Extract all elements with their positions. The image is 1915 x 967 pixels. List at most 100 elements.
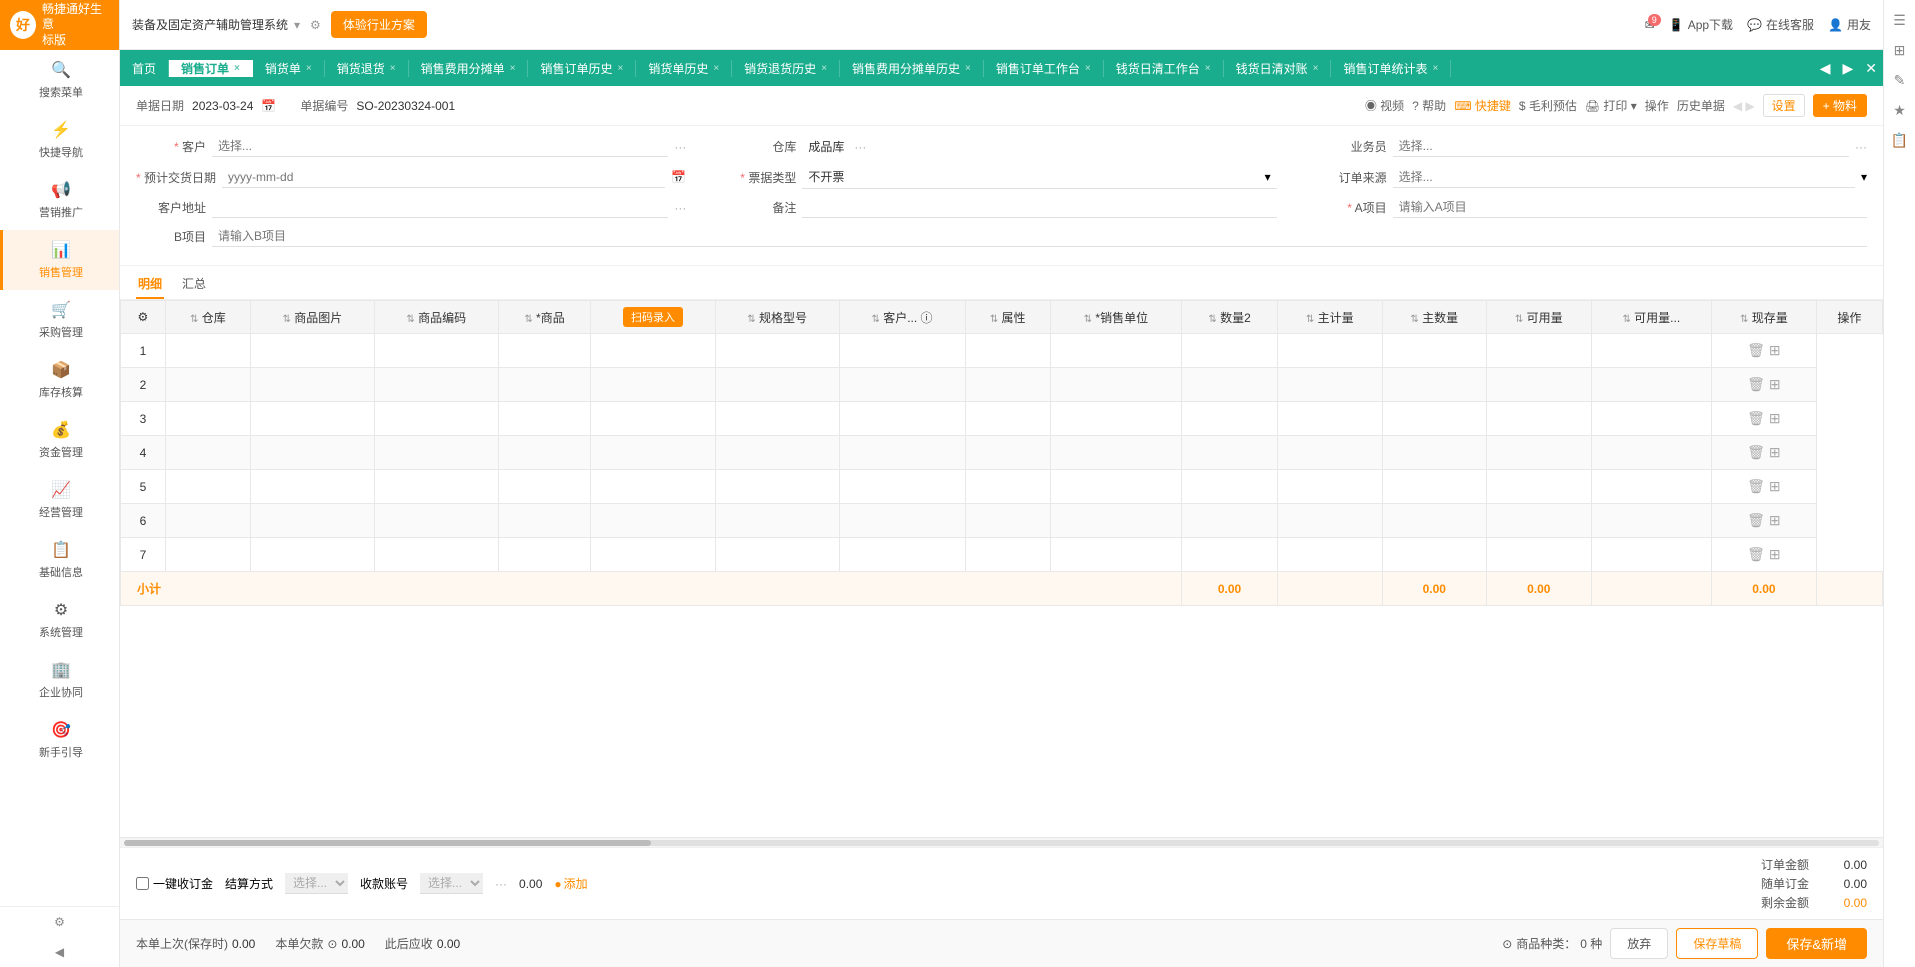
sidebar-bottom-collapse[interactable]: ◀ — [0, 937, 119, 967]
row-copy-4[interactable]: ⊞ — [1769, 444, 1781, 461]
cell-1-11[interactable] — [1382, 334, 1487, 368]
tab-0[interactable]: 首页 — [120, 60, 169, 77]
row-copy-2[interactable]: ⊞ — [1769, 376, 1781, 393]
tab-close-8[interactable]: × — [965, 63, 971, 74]
profit-link[interactable]: $ 毛利预估 — [1519, 97, 1577, 114]
tab-6[interactable]: 销货单历史× — [636, 60, 732, 77]
sidebar-bottom-settings[interactable]: ⚙ — [0, 907, 119, 937]
cell-7-6[interactable] — [839, 538, 965, 572]
cell-5-6[interactable] — [839, 470, 965, 504]
cell-5-3[interactable] — [498, 470, 591, 504]
row-delete-4[interactable]: 🗑 — [1747, 444, 1765, 461]
row-delete-2[interactable]: 🗑 — [1747, 376, 1765, 393]
col-spec[interactable]: ⇅ 规格型号 — [715, 301, 839, 334]
sidebar-item-purchase[interactable]: 🛒 采购管理 — [0, 290, 119, 350]
cell-3-9[interactable] — [1182, 402, 1278, 436]
tab-detail[interactable]: 明细 — [136, 270, 164, 299]
sidebar-item-enterprise[interactable]: 🏢 企业协同 — [0, 650, 119, 710]
col-qty2[interactable]: ⇅ 数量2 — [1182, 301, 1278, 334]
tab-close-1[interactable]: × — [234, 63, 240, 74]
cell-1-2[interactable] — [374, 334, 498, 368]
one-click-checkbox[interactable] — [136, 877, 149, 890]
cell-2-3[interactable] — [498, 368, 591, 402]
cell-5-7[interactable] — [965, 470, 1050, 504]
customer-input[interactable] — [212, 136, 668, 157]
note-input[interactable] — [802, 197, 1276, 218]
col-scan[interactable]: 扫码录入 — [591, 301, 715, 334]
cell-4-3[interactable] — [498, 436, 591, 470]
col-warehouse[interactable]: ⇅ 仓库 — [165, 301, 250, 334]
cell-5-4[interactable] — [591, 470, 715, 504]
material-button[interactable]: + 物料 — [1813, 94, 1867, 117]
cell-7-3[interactable] — [498, 538, 591, 572]
cell-4-12[interactable] — [1487, 436, 1592, 470]
horizontal-scrollbar[interactable] — [120, 837, 1883, 847]
cell-2-12[interactable] — [1487, 368, 1592, 402]
rt-btn-4[interactable]: ★ — [1888, 98, 1912, 122]
cell-4-4[interactable] — [591, 436, 715, 470]
tab-close-7[interactable]: × — [821, 63, 827, 74]
cell-1-1[interactable] — [250, 334, 374, 368]
cell-6-4[interactable] — [591, 504, 715, 538]
cell-5-13[interactable] — [1591, 470, 1712, 504]
cell-4-9[interactable] — [1182, 436, 1278, 470]
tab-close-12[interactable]: × — [1432, 63, 1438, 74]
cell-3-4[interactable] — [591, 402, 715, 436]
cell-6-12[interactable] — [1487, 504, 1592, 538]
warehouse-more-icon[interactable]: ··· — [854, 140, 866, 154]
tab-close-4[interactable]: × — [510, 63, 516, 74]
sidebar-item-sales[interactable]: 📊 销售管理 — [0, 230, 119, 290]
cell-1-8[interactable] — [1050, 334, 1181, 368]
gear-icon[interactable]: ⚙ — [310, 18, 321, 32]
cell-2-11[interactable] — [1382, 368, 1487, 402]
invoice-select[interactable]: 不开票 ▾ — [802, 165, 1276, 189]
row-copy-7[interactable]: ⊞ — [1769, 546, 1781, 563]
cell-6-1[interactable] — [250, 504, 374, 538]
cell-5-9[interactable] — [1182, 470, 1278, 504]
row-delete-1[interactable]: 🗑 — [1747, 342, 1765, 359]
cell-4-7[interactable] — [965, 436, 1050, 470]
salesperson-input[interactable] — [1393, 136, 1849, 157]
customer-more-icon[interactable]: ··· — [674, 140, 686, 154]
cell-1-4[interactable] — [591, 334, 715, 368]
cell-5-1[interactable] — [250, 470, 374, 504]
a-project-input[interactable] — [1393, 197, 1867, 218]
row-delete-6[interactable]: 🗑 — [1747, 512, 1765, 529]
tab-close-11[interactable]: × — [1313, 63, 1319, 74]
cell-1-3[interactable] — [498, 334, 591, 368]
cell-2-8[interactable] — [1050, 368, 1181, 402]
cell-6-5[interactable] — [715, 504, 839, 538]
cell-3-0[interactable] — [165, 402, 250, 436]
cell-7-13[interactable] — [1591, 538, 1712, 572]
cell-5-11[interactable] — [1382, 470, 1487, 504]
row-delete-7[interactable]: 🗑 — [1747, 546, 1765, 563]
sidebar-item-quick-nav[interactable]: ⚡ 快捷导航 — [0, 110, 119, 170]
tab-7[interactable]: 销货退货历史× — [732, 60, 840, 77]
address-more-icon[interactable]: ··· — [674, 201, 686, 215]
col-attribute[interactable]: ⇅ 属性 — [965, 301, 1050, 334]
cell-4-11[interactable] — [1382, 436, 1487, 470]
cell-6-10[interactable] — [1278, 504, 1383, 538]
cell-1-0[interactable] — [165, 334, 250, 368]
tab-summary[interactable]: 汇总 — [180, 270, 208, 299]
cell-2-0[interactable] — [165, 368, 250, 402]
rt-btn-5[interactable]: 📋 — [1888, 128, 1912, 152]
solution-button[interactable]: 体验行业方案 — [331, 11, 427, 38]
operation-link[interactable]: 操作 — [1645, 97, 1669, 114]
cell-4-6[interactable] — [839, 436, 965, 470]
tab-close-9[interactable]: × — [1085, 63, 1091, 74]
cell-4-2[interactable] — [374, 436, 498, 470]
tab-close-5[interactable]: × — [617, 63, 623, 74]
sidebar-item-guide[interactable]: 🎯 新手引导 — [0, 710, 119, 770]
online-service[interactable]: 💬 在线客服 — [1747, 16, 1814, 33]
cell-7-12[interactable] — [1487, 538, 1592, 572]
scrollbar-thumb[interactable] — [124, 840, 651, 846]
cell-1-6[interactable] — [839, 334, 965, 368]
cell-6-0[interactable] — [165, 504, 250, 538]
tab-more-button[interactable]: ✕ — [1859, 50, 1883, 86]
cell-6-8[interactable] — [1050, 504, 1181, 538]
cell-3-1[interactable] — [250, 402, 374, 436]
sidebar-item-system[interactable]: ⚙ 系统管理 — [0, 590, 119, 650]
cell-7-0[interactable] — [165, 538, 250, 572]
cell-5-12[interactable] — [1487, 470, 1592, 504]
